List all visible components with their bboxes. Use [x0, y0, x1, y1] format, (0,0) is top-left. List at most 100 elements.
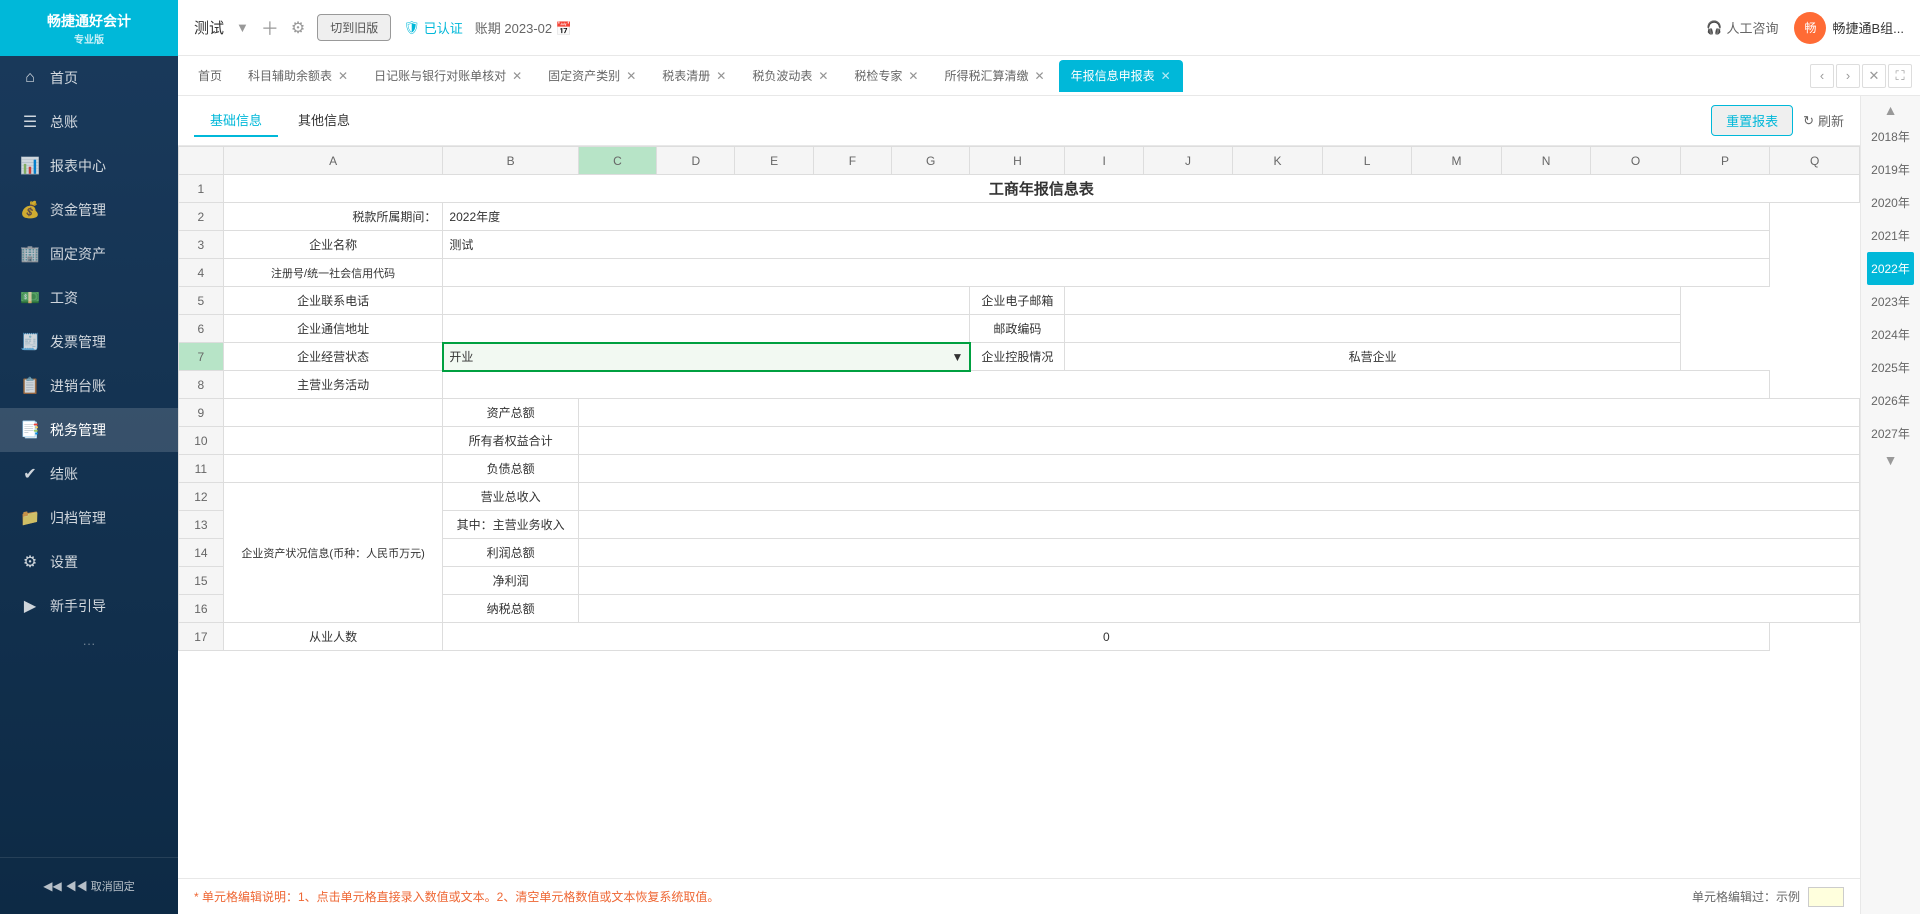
sidebar-item-发票管理[interactable]: 🧾 发票管理	[0, 320, 178, 364]
cell-5-phone-value[interactable]	[443, 287, 970, 315]
sidebar-item-资金管理[interactable]: 💰 资金管理	[0, 188, 178, 232]
tab-所得税汇算清缴[interactable]: 所得税汇算清缴 ✕	[932, 60, 1056, 92]
col-header-K[interactable]: K	[1233, 147, 1323, 175]
tab-close-7[interactable]: ✕	[1035, 69, 1045, 83]
tab-close-5[interactable]: ✕	[818, 69, 828, 83]
tab-close-2[interactable]: ✕	[512, 69, 522, 83]
year-item-2021年[interactable]: 2021年	[1867, 219, 1914, 252]
col-header-N[interactable]: N	[1501, 147, 1591, 175]
dropdown-arrow-icon[interactable]: ▼	[951, 350, 963, 364]
cell-15-value[interactable]	[578, 567, 1859, 595]
cell-9-value[interactable]	[578, 399, 1859, 427]
tab-固定资产类别[interactable]: 固定资产类别 ✕	[536, 60, 648, 92]
year-down-button[interactable]: ▼	[1873, 450, 1909, 470]
sidebar-item-工资[interactable]: 💵 工资	[0, 276, 178, 320]
year-item-2022年[interactable]: 2022年	[1867, 252, 1914, 285]
col-header-P[interactable]: P	[1680, 147, 1770, 175]
cell-17-value[interactable]: 0	[443, 623, 1770, 651]
col-header-J[interactable]: J	[1143, 147, 1233, 175]
tab-close-1[interactable]: ✕	[338, 69, 348, 83]
sidebar-item-设置[interactable]: ⚙ 设置	[0, 540, 178, 584]
col-header-I[interactable]: I	[1065, 147, 1143, 175]
cell-12-value[interactable]	[578, 483, 1859, 511]
year-item-2025年[interactable]: 2025年	[1867, 351, 1914, 384]
tab-scroll-right[interactable]: ›	[1836, 64, 1860, 88]
cell-13-value[interactable]	[578, 511, 1859, 539]
sidebar-item-结账[interactable]: ✔ 结账	[0, 452, 178, 496]
tab-税表清册[interactable]: 税表清册 ✕	[650, 60, 738, 92]
table-row: 9资产总额	[179, 399, 1860, 427]
cell-3-value[interactable]: 测试	[443, 231, 1770, 259]
sidebar-item-进销台账[interactable]: 📋 进销台账	[0, 364, 178, 408]
col-header-G[interactable]: G	[892, 147, 970, 175]
col-header-B[interactable]: B	[443, 147, 578, 175]
tab-close-all[interactable]: ✕	[1862, 64, 1886, 88]
col-header-M[interactable]: M	[1412, 147, 1502, 175]
col-header-L[interactable]: L	[1322, 147, 1412, 175]
pin-button[interactable]: ◀◀ ◀◀ 取消固定	[0, 868, 178, 904]
tab-税检专家[interactable]: 税检专家 ✕	[842, 60, 930, 92]
reset-report-button[interactable]: 重置报表	[1711, 105, 1793, 136]
sheet-tab-基础信息[interactable]: 基础信息	[194, 104, 278, 137]
tab-expand[interactable]: ⛶	[1888, 64, 1912, 88]
col-header-O[interactable]: O	[1591, 147, 1681, 175]
year-item-2018年[interactable]: 2018年	[1867, 120, 1914, 153]
refresh-button[interactable]: ↻ 刷新	[1803, 111, 1844, 130]
year-item-2019年[interactable]: 2019年	[1867, 153, 1914, 186]
col-header-C[interactable]: C	[578, 147, 656, 175]
tab-科目辅助余额表[interactable]: 科目辅助余额表 ✕	[236, 60, 360, 92]
switch-old-version-button[interactable]: 切到旧版	[317, 14, 391, 41]
sheet-title[interactable]: 工商年报信息表	[223, 175, 1859, 203]
tab-scroll-left[interactable]: ‹	[1810, 64, 1834, 88]
sidebar-item-总账[interactable]: ☰ 总账	[0, 100, 178, 144]
year-item-2027年[interactable]: 2027年	[1867, 417, 1914, 450]
tab-首页[interactable]: 首页	[186, 60, 234, 92]
cell-2-period-value[interactable]: 2022年度	[443, 203, 1770, 231]
cell-6-addr-value[interactable]	[443, 315, 970, 343]
sidebar-item-固定资产[interactable]: 🏢 固定资产	[0, 232, 178, 276]
col-header-E[interactable]: E	[735, 147, 813, 175]
tab-close-8[interactable]: ✕	[1161, 69, 1171, 83]
cell-14-value[interactable]	[578, 539, 1859, 567]
year-item-2026年[interactable]: 2026年	[1867, 384, 1914, 417]
settings-icon[interactable]: ⚙	[291, 18, 305, 38]
sidebar-item-报表中心[interactable]: 📊 报表中心	[0, 144, 178, 188]
tab-close-6[interactable]: ✕	[908, 69, 918, 83]
cell-6-post-value[interactable]	[1065, 315, 1680, 343]
example-cell	[1808, 887, 1844, 907]
year-item-2024年[interactable]: 2024年	[1867, 318, 1914, 351]
user-menu[interactable]: 畅 畅捷通B组...	[1794, 12, 1904, 44]
cell-8-value[interactable]	[443, 371, 1770, 399]
sheet-tab-其他信息[interactable]: 其他信息	[282, 104, 366, 137]
year-item-2020年[interactable]: 2020年	[1867, 186, 1914, 219]
env-dropdown-icon[interactable]: ▼	[236, 20, 249, 35]
add-tab-button[interactable]: ＋	[261, 15, 279, 41]
sidebar-item-税务管理[interactable]: 📑 税务管理	[0, 408, 178, 452]
cell-16-value[interactable]	[578, 595, 1859, 623]
tab-日记账与银行对账单核对[interactable]: 日记账与银行对账单核对 ✕	[362, 60, 534, 92]
cell-5-email-value[interactable]	[1065, 287, 1680, 315]
cell-7-holding-value[interactable]: 私营企业	[1065, 343, 1680, 371]
tab-close-4[interactable]: ✕	[716, 69, 726, 83]
cell-10-value[interactable]	[578, 427, 1859, 455]
tab-close-3[interactable]: ✕	[626, 69, 636, 83]
col-header-F[interactable]: F	[813, 147, 891, 175]
cell-5-phone-label: 企业联系电话	[223, 287, 443, 315]
cell-4-value[interactable]	[443, 259, 1770, 287]
spreadsheet-wrapper[interactable]: ABCDEFGHIJKLMNOPQ 1工商年报信息表2税款所属期间：2022年度…	[178, 146, 1860, 878]
tab-税负波动表[interactable]: 税负波动表 ✕	[740, 60, 840, 92]
cell-11-value[interactable]	[578, 455, 1859, 483]
period-label: 账期 2023-02 📅	[475, 18, 572, 37]
col-header-Q[interactable]: Q	[1770, 147, 1860, 175]
year-up-button[interactable]: ▲	[1873, 100, 1909, 120]
col-header-D[interactable]: D	[657, 147, 735, 175]
service-button[interactable]: 🎧 人工咨询	[1706, 18, 1778, 37]
tab-年报信息申报表[interactable]: 年报信息申报表 ✕	[1059, 60, 1183, 92]
sidebar-item-归档管理[interactable]: 📁 归档管理	[0, 496, 178, 540]
col-header-A[interactable]: A	[223, 147, 443, 175]
year-item-2023年[interactable]: 2023年	[1867, 285, 1914, 318]
cell-7-status-value[interactable]: 开业▼	[443, 343, 970, 371]
sidebar-item-新手引导[interactable]: ▶ 新手引导	[0, 584, 178, 628]
col-header-H[interactable]: H	[970, 147, 1065, 175]
sidebar-item-首页[interactable]: ⌂ 首页	[0, 56, 178, 100]
